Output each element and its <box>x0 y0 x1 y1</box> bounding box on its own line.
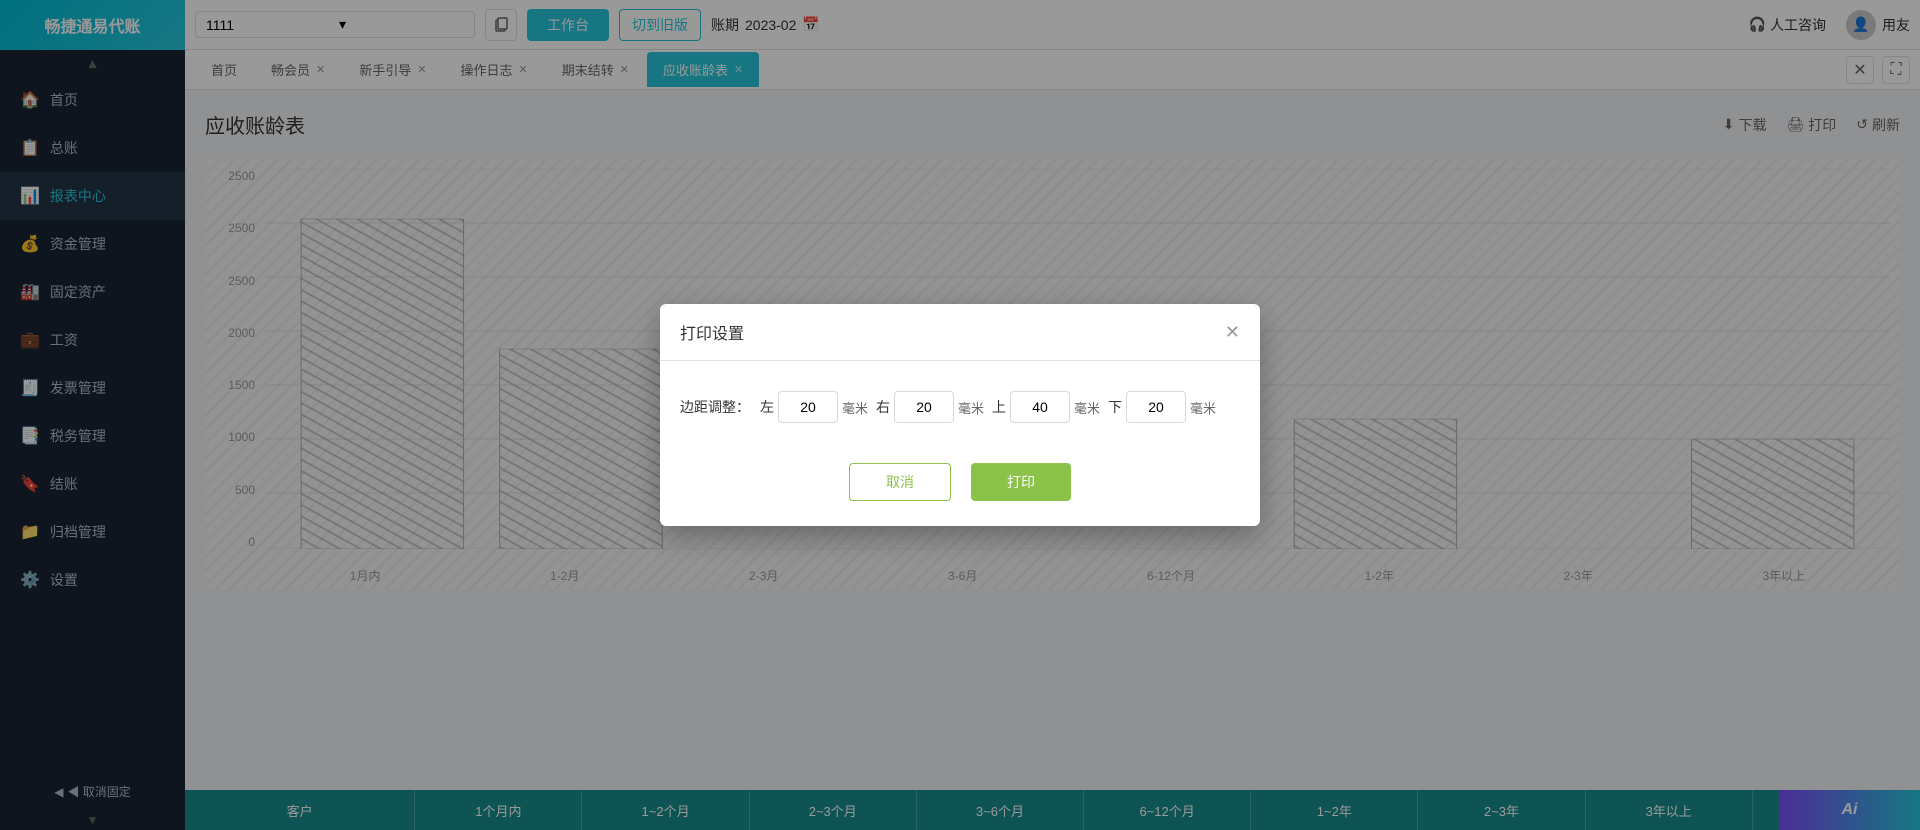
print-settings-modal: 打印设置 ✕ 边距调整： 左 毫米 右 毫米 <box>660 304 1260 526</box>
margin-right-label: 右 <box>876 397 890 417</box>
margin-top-label: 上 <box>992 397 1006 417</box>
margin-left-unit: 毫米 <box>842 398 868 417</box>
modal-body: 边距调整： 左 毫米 右 毫米 上 毫米 <box>660 361 1260 453</box>
margin-right-item: 右 毫米 <box>876 391 984 423</box>
print-button[interactable]: 打印 <box>971 463 1071 501</box>
margin-top-item: 上 毫米 <box>992 391 1100 423</box>
margin-left-item: 左 毫米 <box>760 391 868 423</box>
margin-bottom-label: 下 <box>1108 397 1122 417</box>
margin-bottom-input[interactable] <box>1126 391 1186 423</box>
modal-header: 打印设置 ✕ <box>660 304 1260 361</box>
margin-group: 左 毫米 右 毫米 上 毫米 下 <box>760 391 1216 423</box>
margin-label: 边距调整： <box>680 397 750 417</box>
margin-top-unit: 毫米 <box>1074 398 1100 417</box>
margin-right-unit: 毫米 <box>958 398 984 417</box>
margin-right-input[interactable] <box>894 391 954 423</box>
margin-left-label: 左 <box>760 397 774 417</box>
modal-footer: 取消 打印 <box>660 453 1260 526</box>
margin-top-input[interactable] <box>1010 391 1070 423</box>
margin-form-row: 边距调整： 左 毫米 右 毫米 上 毫米 <box>680 391 1240 423</box>
modal-title: 打印设置 <box>680 320 744 344</box>
modal-overlay: 打印设置 ✕ 边距调整： 左 毫米 右 毫米 <box>0 0 1920 830</box>
cancel-button[interactable]: 取消 <box>849 463 951 501</box>
margin-left-input[interactable] <box>778 391 838 423</box>
modal-close-button[interactable]: ✕ <box>1225 322 1240 343</box>
margin-bottom-unit: 毫米 <box>1190 398 1216 417</box>
margin-bottom-item: 下 毫米 <box>1108 391 1216 423</box>
